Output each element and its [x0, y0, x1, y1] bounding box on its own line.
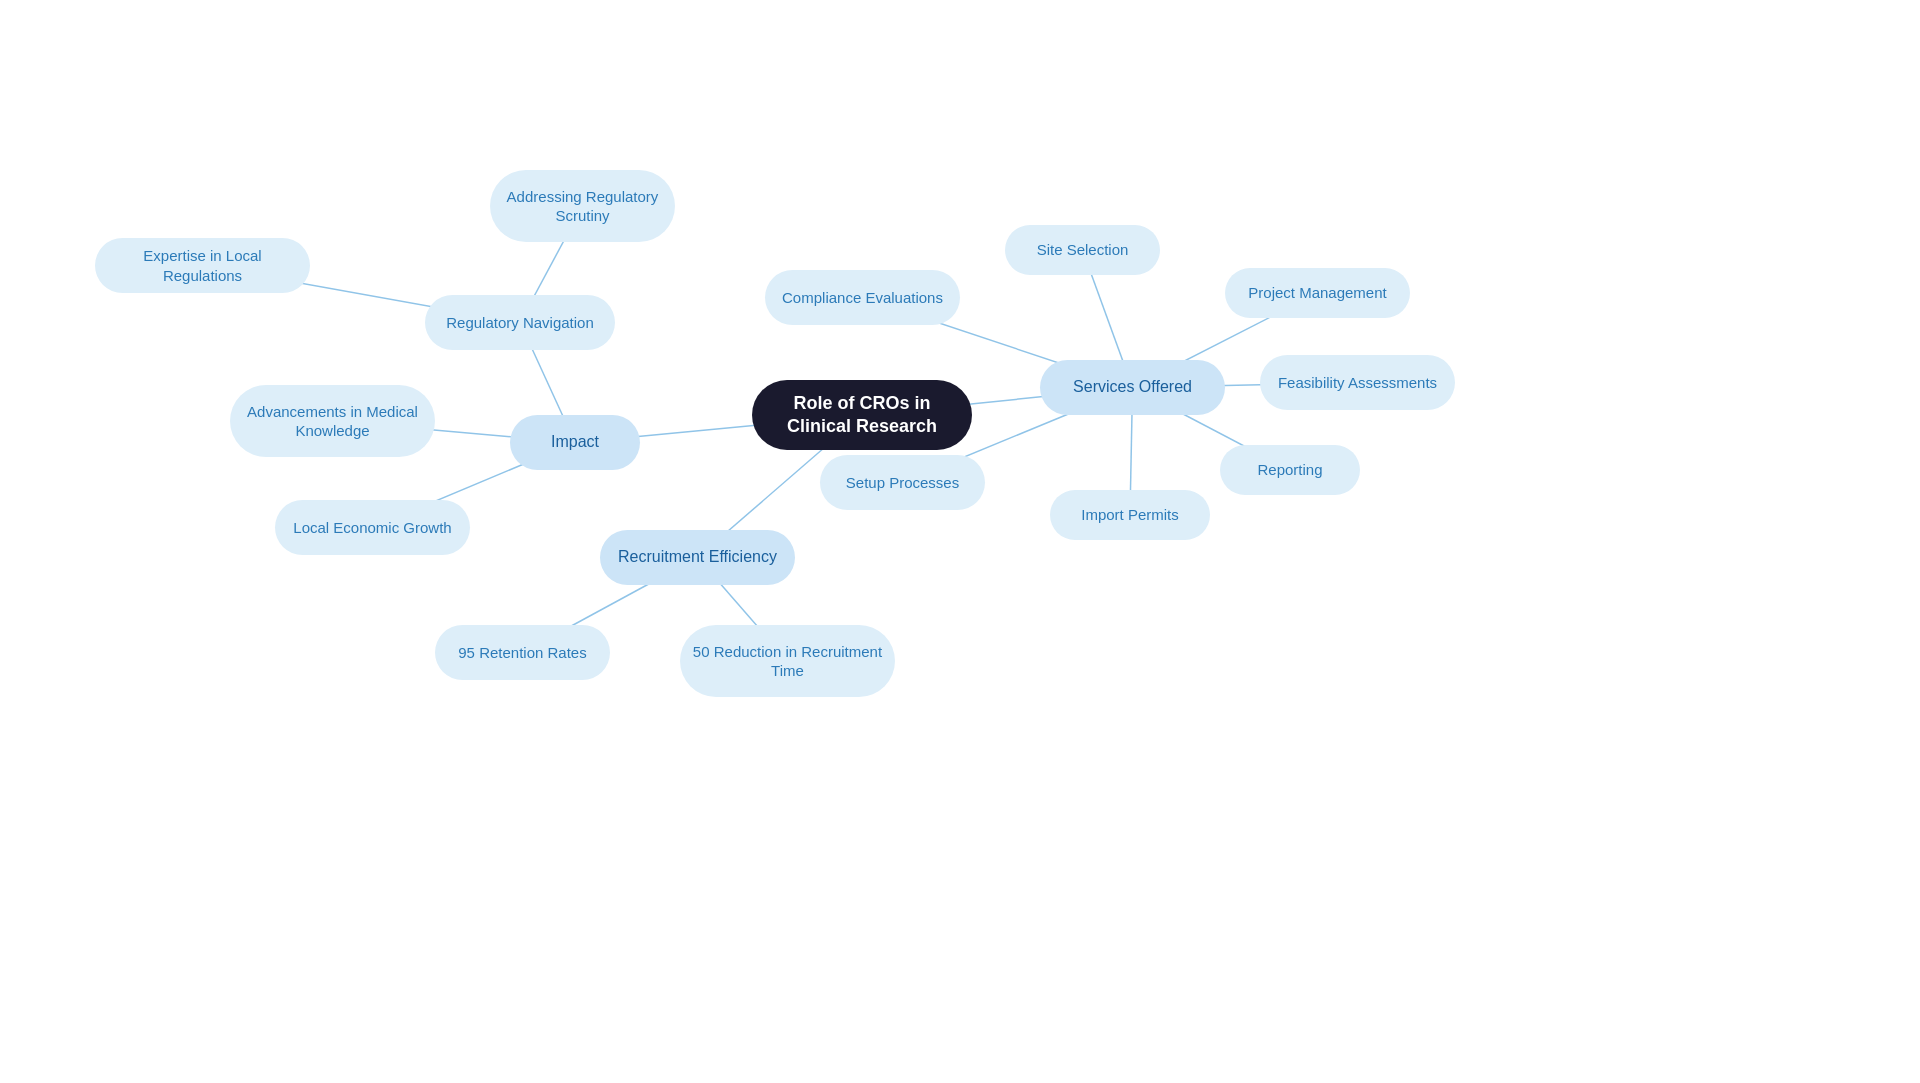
- node-addressing-reg: Addressing Regulatory Scrutiny: [490, 170, 675, 242]
- node-import-permits: Import Permits: [1050, 490, 1210, 540]
- node-reduction: 50 Reduction in Recruitment Time: [680, 625, 895, 697]
- node-label-import-permits: Import Permits: [1069, 499, 1191, 531]
- node-label-site-selection: Site Selection: [1025, 234, 1141, 266]
- node-project-mgmt: Project Management: [1225, 268, 1410, 318]
- node-label-recruitment-eff: Recruitment Efficiency: [606, 541, 789, 574]
- node-setup: Setup Processes: [820, 455, 985, 510]
- node-label-project-mgmt: Project Management: [1236, 277, 1398, 309]
- node-center: Role of CROs in Clinical Research: [752, 380, 972, 450]
- node-label-reporting: Reporting: [1245, 454, 1334, 486]
- node-label-center: Role of CROs in Clinical Research: [752, 386, 972, 445]
- node-impact: Impact: [510, 415, 640, 470]
- node-label-impact: Impact: [539, 426, 611, 459]
- node-expertise: Expertise in Local Regulations: [95, 238, 310, 293]
- node-label-advancements: Advancements in Medical Knowledge: [230, 396, 435, 447]
- node-label-addressing-reg: Addressing Regulatory Scrutiny: [490, 181, 675, 232]
- node-regulatory-nav: Regulatory Navigation: [425, 295, 615, 350]
- node-label-regulatory-nav: Regulatory Navigation: [434, 307, 606, 339]
- node-label-reduction: 50 Reduction in Recruitment Time: [680, 636, 895, 687]
- node-local-econ: Local Economic Growth: [275, 500, 470, 555]
- node-retention: 95 Retention Rates: [435, 625, 610, 680]
- node-label-compliance: Compliance Evaluations: [770, 282, 955, 314]
- node-feasibility: Feasibility Assessments: [1260, 355, 1455, 410]
- node-services: Services Offered: [1040, 360, 1225, 415]
- node-label-services: Services Offered: [1061, 371, 1204, 404]
- node-label-retention: 95 Retention Rates: [446, 637, 598, 669]
- node-advancements: Advancements in Medical Knowledge: [230, 385, 435, 457]
- node-compliance: Compliance Evaluations: [765, 270, 960, 325]
- node-reporting: Reporting: [1220, 445, 1360, 495]
- node-label-expertise: Expertise in Local Regulations: [95, 240, 310, 291]
- node-label-feasibility: Feasibility Assessments: [1266, 367, 1449, 399]
- node-recruitment-eff: Recruitment Efficiency: [600, 530, 795, 585]
- node-label-local-econ: Local Economic Growth: [281, 512, 463, 544]
- node-site-selection: Site Selection: [1005, 225, 1160, 275]
- node-label-setup: Setup Processes: [834, 467, 971, 499]
